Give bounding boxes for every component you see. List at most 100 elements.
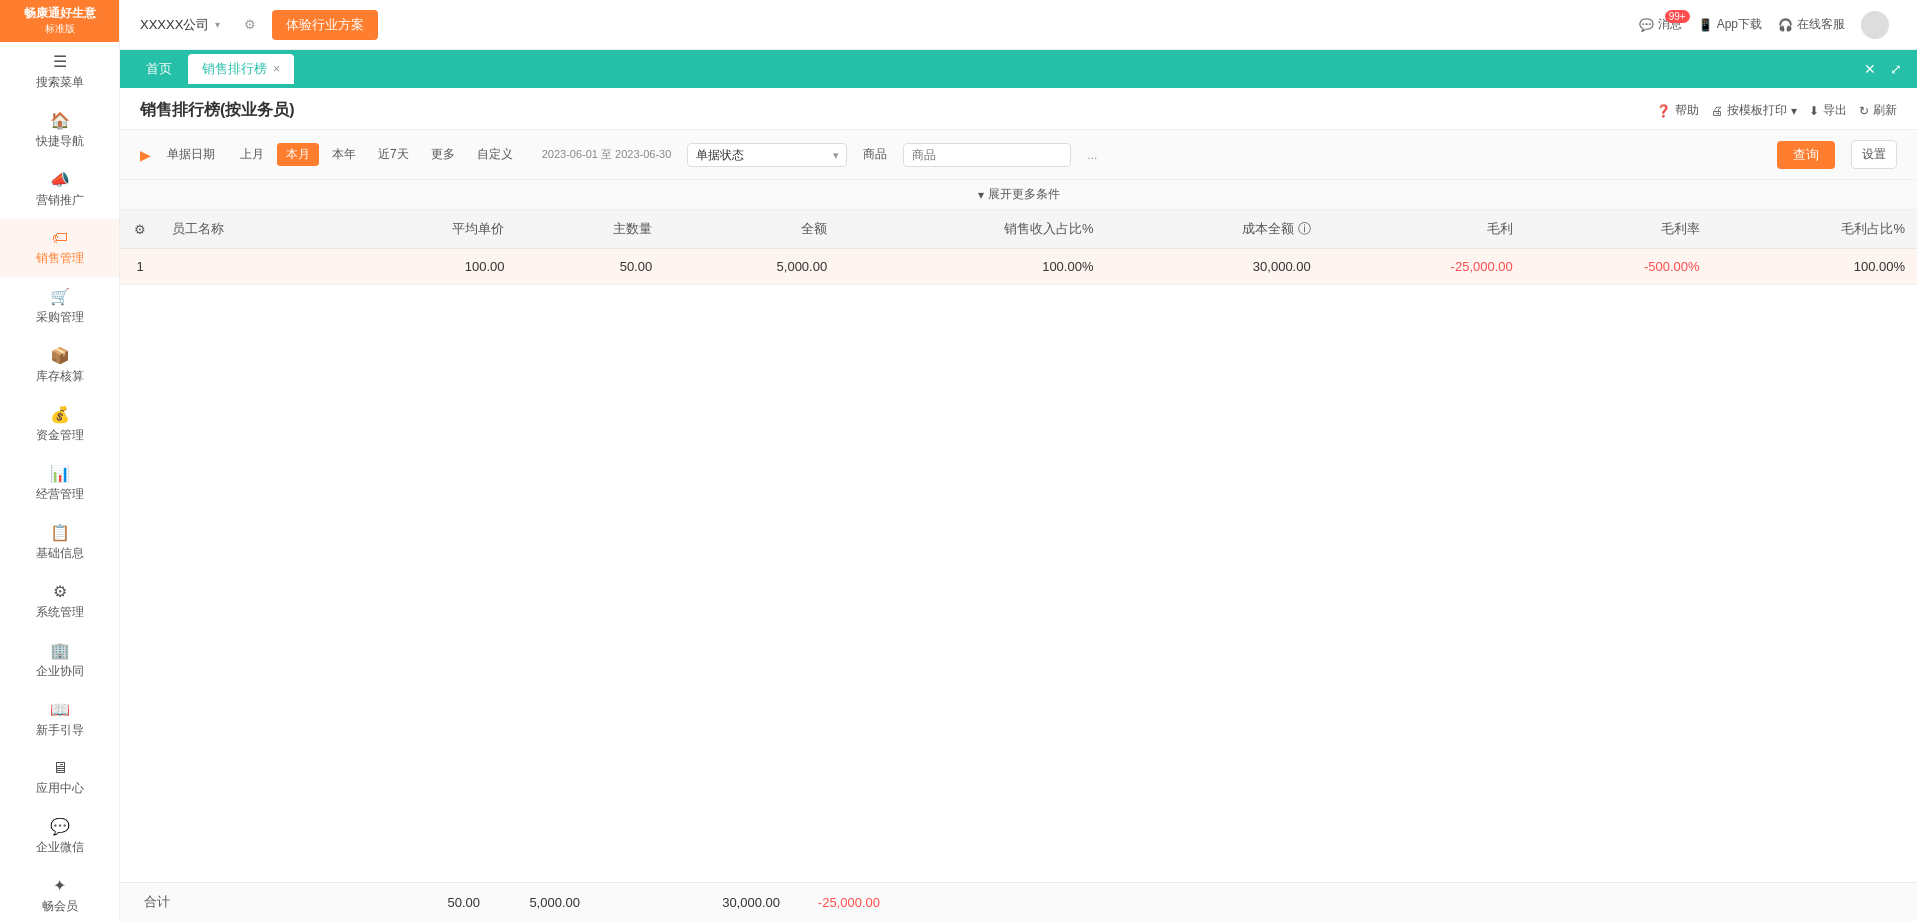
help-icon: ❓ [1656,104,1671,118]
table-settings-button[interactable]: 设置 [1851,140,1897,169]
member-icon: ✦ [53,876,66,895]
print-button[interactable]: 🖨 按模板打印 ▾ [1711,102,1797,119]
guide-icon: 📖 [50,700,70,719]
col-header-settings[interactable]: ⚙ [120,210,160,249]
sidebar: 畅康通好生意 标准版 ☰ 搜索菜单 🏠 快捷导航 📣 营销推广 🏷 销售管理 🛒… [0,0,120,921]
cell-amount: 5,000.00 [664,249,839,285]
filter-row-1: ▶ 单据日期 上月 本月 本年 近7天 更多 自定义 2023-06-01 至 … [140,140,1897,169]
message-badge: 99+ [1665,10,1690,23]
sidebar-item-finance[interactable]: 💰 资金管理 [0,395,119,454]
col-header-avg-price: 平均单价 [338,210,516,249]
page-title: 销售排行榜(按业务员) [140,100,295,121]
expand-conditions-button[interactable]: ▾ 展开更多条件 [978,186,1060,203]
inventory-icon: 📦 [50,346,70,365]
message-button[interactable]: 💬 消息 99+ [1639,16,1682,33]
sidebar-item-guide[interactable]: 📖 新手引导 [0,690,119,749]
sidebar-item-base-info[interactable]: 📋 基础信息 [0,513,119,572]
sidebar-logo: 畅康通好生意 标准版 [0,0,119,42]
sidebar-item-app-center[interactable]: 🖥 应用中心 [0,749,119,807]
gear-icon: ⚙ [244,17,256,32]
search-button[interactable]: 查询 [1777,141,1835,169]
sidebar-item-system[interactable]: ⚙ 系统管理 [0,572,119,631]
sidebar-item-quick-nav[interactable]: 🏠 快捷导航 [0,101,119,160]
sidebar-item-operations[interactable]: 📊 经营管理 [0,454,119,513]
col-header-profit: 毛利 [1323,210,1525,249]
cell-profit-pct: 100.00% [1712,249,1917,285]
service-label: 在线客服 [1797,16,1845,33]
maximize-icon[interactable]: ⤢ [1887,58,1905,80]
main-area: XXXXX公司 ▾ ⚙ 体验行业方案 💬 消息 99+ 📱 App下载 🎧 在线… [120,0,1917,921]
sidebar-item-member[interactable]: ✦ 畅会员 [0,866,119,921]
export-icon: ⬇ [1809,104,1819,118]
sidebar-item-inventory[interactable]: 📦 库存核算 [0,336,119,395]
chevron-down-icon: ▾ [215,19,220,30]
footer-label: 合计 [132,893,332,911]
sidebar-item-marketing[interactable]: 📣 营销推广 [0,160,119,219]
table-header-row: ⚙ 员工名称 平均单价 主数量 全额 销售收入占比% 成本全额 ⓘ 毛利 毛利率… [120,210,1917,249]
sidebar-item-enterprise[interactable]: 🏢 企业协同 [0,631,119,690]
company-selector[interactable]: XXXXX公司 ▾ [132,12,228,38]
more-filters-button[interactable]: ... [1087,148,1097,162]
home-icon: 🏠 [50,111,70,130]
tab-sales-ranking[interactable]: 销售排行榜 × [188,54,294,84]
settings-button[interactable]: ⚙ [236,11,264,39]
date-btn-this-month[interactable]: 本月 [277,143,319,166]
sidebar-item-label: 新手引导 [36,722,84,739]
sidebar-item-label: 经营管理 [36,486,84,503]
col-header-cost: 成本全额 ⓘ [1105,210,1322,249]
purchase-icon: 🛒 [50,287,70,306]
cell-profit-rate: -500.00% [1525,249,1712,285]
tab-close-icon[interactable]: × [273,62,280,76]
sidebar-item-label: 基础信息 [36,545,84,562]
user-avatar[interactable] [1861,11,1889,39]
status-filter-select[interactable]: 单据状态 [687,143,847,167]
search-order-icon: ☰ [53,52,67,71]
sidebar-item-label: 系统管理 [36,604,84,621]
date-btn-this-year[interactable]: 本年 [323,143,365,166]
date-btn-more[interactable]: 更多 [422,143,464,166]
help-button[interactable]: ❓ 帮助 [1656,102,1699,119]
sidebar-item-label: 快捷导航 [36,133,84,150]
sidebar-item-label: 营销推广 [36,192,84,209]
close-window-icon[interactable]: ✕ [1861,58,1879,80]
filter-collapse-icon[interactable]: ▶ [140,147,151,163]
sales-icon: 🏷 [52,229,68,247]
try-industry-button[interactable]: 体验行业方案 [272,10,378,40]
goods-filter-input[interactable] [903,143,1071,167]
tab-bar-right: ✕ ⤢ [1861,58,1905,80]
col-header-qty: 主数量 [516,210,664,249]
sidebar-item-label: 资金管理 [36,427,84,444]
export-button[interactable]: ⬇ 导出 [1809,102,1847,119]
cell-cost: 30,000.00 [1105,249,1322,285]
wechat-icon: 💬 [50,817,70,836]
app-download-button[interactable]: 📱 App下载 [1698,16,1762,33]
tab-label: 销售排行榜 [202,60,267,78]
data-table: ⚙ 员工名称 平均单价 主数量 全额 销售收入占比% 成本全额 ⓘ 毛利 毛利率… [120,210,1917,285]
online-service-button[interactable]: 🎧 在线客服 [1778,16,1845,33]
footer-qty-val: 50.00 [412,895,492,910]
operations-icon: 📊 [50,464,70,483]
sidebar-item-label: 搜索菜单 [36,74,84,91]
app-center-icon: 🖥 [52,759,68,777]
cell-rank: 1 [120,249,160,285]
tab-home[interactable]: 首页 [132,54,186,84]
cell-revenue-pct: 100.00% [839,249,1105,285]
page-header: 销售排行榜(按业务员) ❓ 帮助 🖨 按模板打印 ▾ ⬇ 导出 ↻ 刷新 [120,88,1917,130]
date-btn-last-month[interactable]: 上月 [231,143,273,166]
cell-avg-price: 100.00 [338,249,516,285]
refresh-button[interactable]: ↻ 刷新 [1859,102,1897,119]
sidebar-item-wechat[interactable]: 💬 企业微信 [0,807,119,866]
logo-text: 畅康通好生意 [24,6,96,22]
filter-bar: ▶ 单据日期 上月 本月 本年 近7天 更多 自定义 2023-06-01 至 … [120,130,1917,180]
sidebar-item-sales[interactable]: 🏷 销售管理 [0,219,119,277]
footer-profit-val: -25,000.00 [792,895,892,910]
sidebar-item-purchase[interactable]: 🛒 采购管理 [0,277,119,336]
date-btn-custom[interactable]: 自定义 [468,143,522,166]
expand-label: 展开更多条件 [988,186,1060,203]
sidebar-item-search-order[interactable]: ☰ 搜索菜单 [0,42,119,101]
date-buttons: 上月 本月 本年 近7天 更多 自定义 [231,143,522,166]
cell-profit: -25,000.00 [1323,249,1525,285]
cell-name [160,249,338,285]
date-btn-last-7-days[interactable]: 近7天 [369,143,418,166]
sidebar-item-label: 企业协同 [36,663,84,680]
